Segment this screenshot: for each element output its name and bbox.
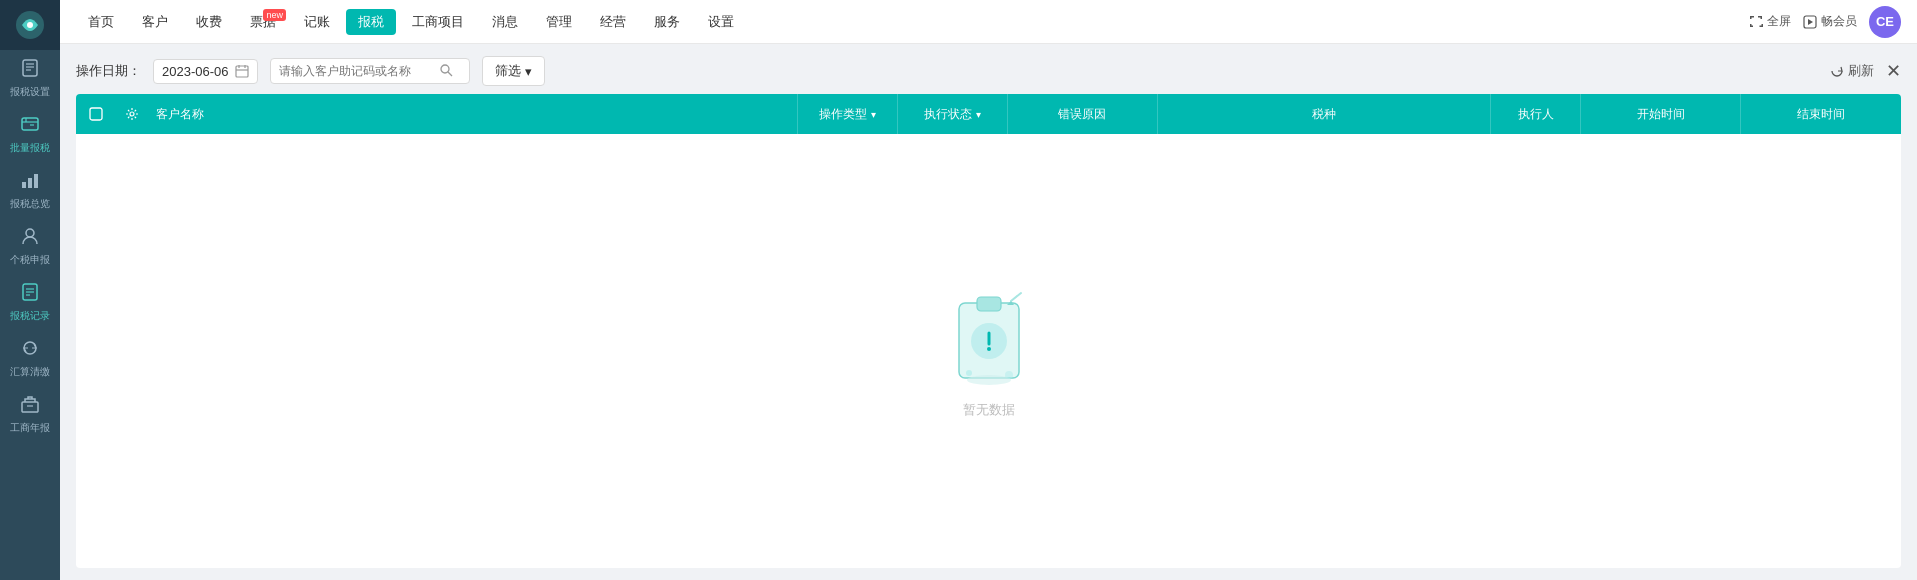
- sidebar-item-geshuishen-bao-label: 个税申报: [10, 254, 50, 266]
- sidebar-item-piliang-baoshui[interactable]: 批量报税: [0, 106, 60, 162]
- fullscreen-btn[interactable]: 全屏: [1749, 13, 1791, 30]
- th-end: 结束时间: [1741, 94, 1901, 134]
- toolbar-right: 刷新 ✕: [1830, 62, 1901, 80]
- gongshang-nianbao-icon: [20, 394, 40, 419]
- svg-rect-12: [34, 174, 38, 188]
- sidebar-item-baoshui-zongjian[interactable]: 报税总览: [0, 162, 60, 218]
- geshuishen-bao-icon: [20, 226, 40, 251]
- svg-rect-6: [22, 118, 38, 130]
- toolbar: 操作日期： 2023-06-06 筛选 ▾: [76, 56, 1901, 86]
- svg-rect-18: [22, 402, 38, 412]
- refresh-button[interactable]: 刷新: [1830, 62, 1874, 80]
- sidebar-item-gongshang-nianbao[interactable]: 工商年报: [0, 386, 60, 442]
- nav-item-shouye[interactable]: 首页: [76, 9, 126, 35]
- filter-chevron-icon: ▾: [525, 64, 532, 79]
- search-icon[interactable]: [439, 63, 453, 80]
- nav-item-baoshui[interactable]: 报税: [346, 9, 396, 35]
- baoshui-shezhi-icon: [20, 58, 40, 83]
- piliang-baoshui-icon: [20, 114, 40, 139]
- page-content: 操作日期： 2023-06-06 筛选 ▾: [60, 44, 1917, 580]
- nav-item-guanli[interactable]: 管理: [534, 9, 584, 35]
- svg-line-27: [448, 72, 452, 76]
- sidebar-logo[interactable]: [0, 0, 60, 50]
- user-avatar[interactable]: CE: [1869, 6, 1901, 38]
- svg-rect-22: [236, 66, 248, 77]
- filter-button[interactable]: 筛选 ▾: [482, 56, 545, 86]
- nav-item-jizhang[interactable]: 记账: [292, 9, 342, 35]
- table-container: 客户名称 操作类型 ▾ 执行状态 ▾ 错误原因 税种 执行人 开始时间 结束时间: [76, 94, 1901, 568]
- fullscreen-icon: [1749, 15, 1763, 29]
- th-error: 错误原因: [1008, 94, 1158, 134]
- svg-point-37: [967, 375, 1011, 385]
- sidebar-item-baoshui-shezhi-label: 报税设置: [10, 86, 50, 98]
- th-start: 开始时间: [1581, 94, 1741, 134]
- nav-item-gongshang-xiangmu[interactable]: 工商项目: [400, 9, 476, 35]
- svg-point-1: [27, 22, 33, 28]
- th-tax: 税种: [1158, 94, 1491, 134]
- member-btn[interactable]: 畅会员: [1803, 13, 1857, 30]
- svg-point-29: [130, 112, 134, 116]
- svg-line-35: [1011, 293, 1021, 301]
- sidebar-item-baoshui-jilu-label: 报税记录: [10, 310, 50, 322]
- huisuan-jiaona-icon: [20, 338, 40, 363]
- nav-item-fuwu[interactable]: 服务: [642, 9, 692, 35]
- close-button[interactable]: ✕: [1886, 62, 1901, 80]
- svg-point-39: [1005, 371, 1013, 379]
- svg-rect-28: [90, 108, 102, 120]
- svg-rect-10: [22, 182, 26, 188]
- th-settings[interactable]: [116, 107, 148, 121]
- op-type-filter-icon: ▾: [871, 109, 876, 120]
- top-nav: 首页 客户 收费 票据 new 记账 报税 工商项目 消息 管理 经营 服务 设…: [60, 0, 1917, 44]
- svg-marker-21: [1808, 19, 1813, 25]
- th-status[interactable]: 执行状态 ▾: [898, 94, 1008, 134]
- svg-rect-31: [977, 297, 1001, 311]
- date-label: 操作日期：: [76, 62, 141, 80]
- svg-rect-11: [28, 178, 32, 188]
- empty-illustration: [939, 283, 1039, 393]
- sidebar-item-huisuan-jiaona[interactable]: 汇算清缴: [0, 330, 60, 386]
- svg-rect-2: [23, 60, 37, 76]
- empty-text: 暂无数据: [963, 401, 1015, 419]
- search-input[interactable]: [279, 59, 439, 83]
- nav-item-shoufei[interactable]: 收费: [184, 9, 234, 35]
- table-header: 客户名称 操作类型 ▾ 执行状态 ▾ 错误原因 税种 执行人 开始时间 结束时间: [76, 94, 1901, 134]
- sidebar-item-baoshui-zongjian-label: 报税总览: [10, 198, 50, 210]
- main-container: 首页 客户 收费 票据 new 记账 报税 工商项目 消息 管理 经营 服务 设…: [60, 0, 1917, 580]
- nav-right: 全屏 畅会员 CE: [1749, 6, 1901, 38]
- svg-point-38: [966, 370, 972, 376]
- sidebar-item-huisuan-jiaona-label: 汇算清缴: [10, 366, 50, 378]
- sidebar-item-gongshang-nianbao-label: 工商年报: [10, 422, 50, 434]
- calendar-icon: [235, 64, 249, 78]
- svg-point-26: [441, 65, 449, 73]
- piaoju-badge: new: [263, 9, 286, 21]
- th-op-type[interactable]: 操作类型 ▾: [798, 94, 898, 134]
- th-name: 客户名称: [148, 94, 798, 134]
- svg-point-34: [987, 347, 991, 351]
- sidebar-item-baoshui-shezhi[interactable]: 报税设置: [0, 50, 60, 106]
- nav-item-piaoju[interactable]: 票据 new: [238, 9, 288, 35]
- th-executor: 执行人: [1491, 94, 1581, 134]
- baoshui-jilu-icon: [20, 282, 40, 307]
- nav-item-shezhi[interactable]: 设置: [696, 9, 746, 35]
- baoshui-zongjian-icon: [20, 170, 40, 195]
- nav-item-jingying[interactable]: 经营: [588, 9, 638, 35]
- th-checkbox[interactable]: [76, 107, 116, 121]
- sidebar: 报税设置 批量报税 报税总览 个税申报 报税记录 汇算清缴 工商年报: [0, 0, 60, 580]
- sidebar-item-piliang-baoshui-label: 批量报税: [10, 142, 50, 154]
- refresh-icon: [1830, 64, 1844, 78]
- svg-point-13: [26, 229, 34, 237]
- search-box: [270, 58, 470, 84]
- status-filter-icon: ▾: [976, 109, 981, 120]
- date-input[interactable]: 2023-06-06: [153, 59, 258, 84]
- sidebar-item-geshuishen-bao[interactable]: 个税申报: [0, 218, 60, 274]
- nav-item-kehu[interactable]: 客户: [130, 9, 180, 35]
- empty-state: 暂无数据: [76, 134, 1901, 568]
- nav-item-xiaoxi[interactable]: 消息: [480, 9, 530, 35]
- play-icon: [1803, 15, 1817, 29]
- sidebar-item-baoshui-jilu[interactable]: 报税记录: [0, 274, 60, 330]
- content-area: 操作日期： 2023-06-06 筛选 ▾: [60, 44, 1917, 580]
